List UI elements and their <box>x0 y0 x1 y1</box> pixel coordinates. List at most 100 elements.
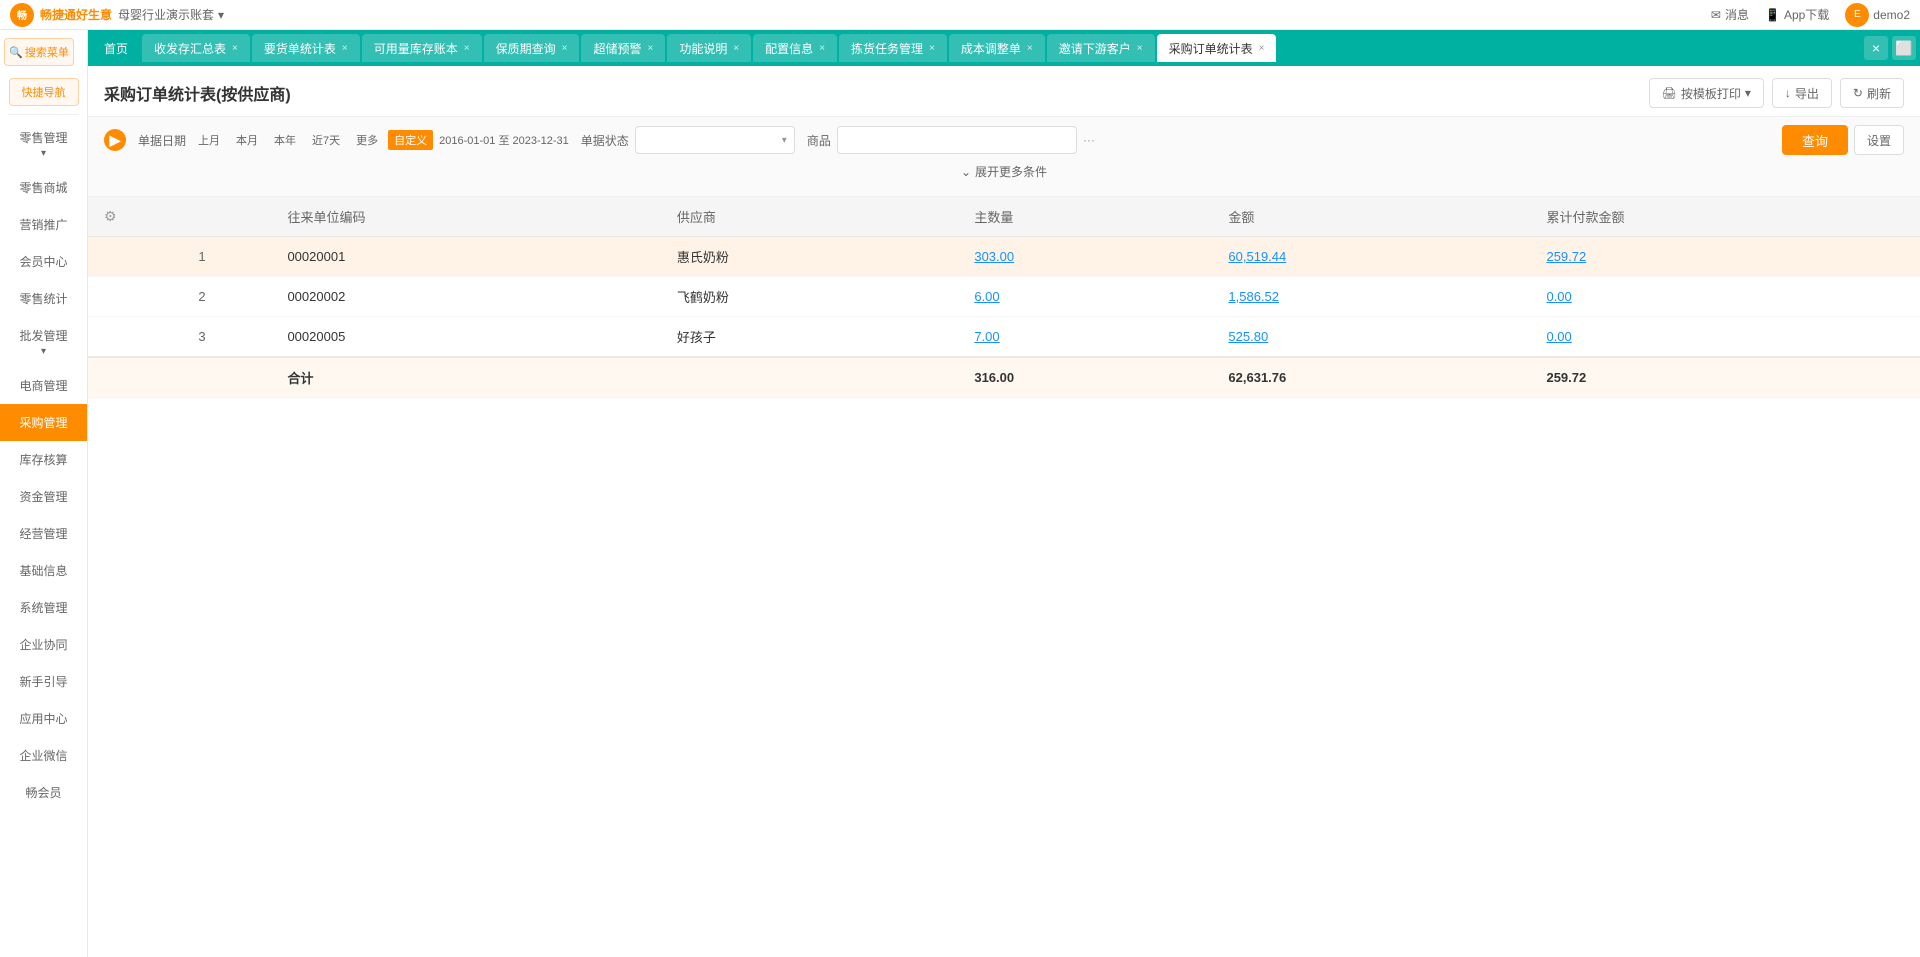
page-header: 采购订单统计表(按供应商) 🖨 按模板打印 ▾ ↓ 导出 ↻ 刷新 <box>88 66 1920 117</box>
filter-toggle-button[interactable]: ▶ <box>104 129 126 151</box>
sidebar-item-wholesale[interactable]: 批发管理 ▾ <box>0 317 87 367</box>
template-print-button[interactable]: 🖨 按模板打印 ▾ <box>1649 78 1764 108</box>
quick-nav-button[interactable]: 快捷导航 <box>9 78 79 106</box>
tab-receive-summary[interactable]: 收发存汇总表 × <box>142 34 250 62</box>
date-label: 单据日期 <box>138 132 186 149</box>
message-icon: ✉ <box>1711 8 1721 22</box>
settings-button[interactable]: 设置 <box>1854 125 1904 155</box>
sidebar-item-retail-stats[interactable]: 零售统计 <box>0 280 87 317</box>
refresh-button[interactable]: ↻ 刷新 <box>1840 78 1904 108</box>
tab-purchase-order-stats[interactable]: 采购订单统计表 × <box>1157 34 1277 62</box>
search-menu-button[interactable]: 🔍 搜索菜单 <box>4 38 74 66</box>
refresh-icon: ↻ <box>1853 86 1863 100</box>
close-icon[interactable]: × <box>562 43 568 54</box>
tab-function-desc[interactable]: 功能说明 × <box>667 34 751 62</box>
table-row[interactable]: 3 00020005 好孩子 7.00 525.80 0.00 <box>88 317 1920 358</box>
sidebar-item-system[interactable]: 系统管理 <box>0 589 87 626</box>
sidebar-item-retail-management[interactable]: 零售管理 ▾ <box>0 119 87 169</box>
sidebar-item-finance[interactable]: 资金管理 <box>0 478 87 515</box>
quick-nav-section: 快捷导航 <box>0 74 87 110</box>
td-main-qty[interactable]: 303.00 <box>958 237 1212 277</box>
td-paid-amount[interactable]: 259.72 <box>1530 237 1920 277</box>
sidebar-item-ecommerce[interactable]: 电商管理 <box>0 367 87 404</box>
status-select[interactable] <box>635 126 795 154</box>
close-icon[interactable]: × <box>342 43 348 54</box>
tab-cost-adjust[interactable]: 成本调整单 × <box>949 34 1045 62</box>
table-row[interactable]: 1 00020001 惠氏奶粉 303.00 60,519.44 259.72 <box>88 237 1920 277</box>
sidebar-item-vip[interactable]: 畅会员 <box>0 774 87 811</box>
more-dates-shortcut[interactable]: 更多 <box>350 130 384 150</box>
td-paid-amount[interactable]: 0.00 <box>1530 317 1920 358</box>
close-tab-button[interactable]: × <box>1864 36 1888 60</box>
this-month-shortcut[interactable]: 本月 <box>230 130 264 150</box>
workspace-selector[interactable]: 母婴行业演示账套 ▾ <box>118 6 224 23</box>
page-actions: 🖨 按模板打印 ▾ ↓ 导出 ↻ 刷新 <box>1649 78 1904 108</box>
close-icon[interactable]: × <box>733 43 739 54</box>
td-supplier: 好孩子 <box>661 317 958 358</box>
filter-bar: ▶ 单据日期 上月 本月 本年 近7天 更多 自定义 2016-01-01 至 … <box>88 117 1920 197</box>
sidebar-item-basic-info[interactable]: 基础信息 <box>0 552 87 589</box>
goods-input[interactable] <box>837 126 1077 154</box>
query-button[interactable]: 查询 <box>1782 125 1848 155</box>
custom-date-tag[interactable]: 自定义 <box>388 130 433 150</box>
close-icon[interactable]: × <box>232 43 238 54</box>
top-bar: 畅 畅捷通好生意 母婴行业演示账套 ▾ ✉ 消息 📱 App下载 E demo2 <box>0 0 1920 30</box>
app-download-button[interactable]: 📱 App下载 <box>1765 6 1829 23</box>
td-amount[interactable]: 60,519.44 <box>1212 237 1530 277</box>
user-profile[interactable]: E demo2 <box>1845 3 1910 27</box>
sidebar-divider <box>8 114 79 115</box>
close-icon[interactable]: × <box>1137 43 1143 54</box>
tab-available-inventory[interactable]: 可用量库存账本 × <box>362 34 482 62</box>
th-settings[interactable]: ⚙ <box>88 197 133 237</box>
td-main-qty[interactable]: 7.00 <box>958 317 1212 358</box>
tab-picking-tasks[interactable]: 拣货任务管理 × <box>839 34 947 62</box>
tab-invite-downstream[interactable]: 邀请下游客户 × <box>1047 34 1155 62</box>
top-bar-left: 畅 畅捷通好生意 母婴行业演示账套 ▾ <box>10 3 224 27</box>
print-icon: 🖨 <box>1662 86 1677 100</box>
table-row[interactable]: 2 00020002 飞鹤奶粉 6.00 1,586.52 0.00 <box>88 277 1920 317</box>
sidebar-item-enterprise[interactable]: 企业协同 <box>0 626 87 663</box>
expand-conditions-button[interactable]: ⌄ 展开更多条件 <box>953 159 1055 184</box>
td-main-qty[interactable]: 6.00 <box>958 277 1212 317</box>
close-icon[interactable]: × <box>819 43 825 54</box>
sidebar-item-inventory[interactable]: 库存核算 <box>0 441 87 478</box>
this-year-shortcut[interactable]: 本年 <box>268 130 302 150</box>
table-body: 1 00020001 惠氏奶粉 303.00 60,519.44 259.72 … <box>88 237 1920 358</box>
chevron-down-icon: ⌄ <box>961 165 971 179</box>
th-supplier: 供应商 <box>661 197 958 237</box>
close-icon[interactable]: × <box>1259 43 1265 54</box>
sidebar-item-enterprise-wechat[interactable]: 企业微信 <box>0 737 87 774</box>
close-icon[interactable]: × <box>1027 43 1033 54</box>
sidebar-item-app-center[interactable]: 应用中心 <box>0 700 87 737</box>
download-icon: 📱 <box>1765 8 1780 22</box>
tab-config-info[interactable]: 配置信息 × <box>753 34 837 62</box>
close-icon[interactable]: × <box>464 43 470 54</box>
tab-home[interactable]: 首页 <box>92 34 140 62</box>
sidebar-item-marketing[interactable]: 营销推广 <box>0 206 87 243</box>
last-month-shortcut[interactable]: 上月 <box>192 130 226 150</box>
last-7days-shortcut[interactable]: 近7天 <box>306 130 346 150</box>
sidebar-item-operations[interactable]: 经营管理 <box>0 515 87 552</box>
more-options-icon[interactable]: ··· <box>1083 133 1095 147</box>
td-paid-amount[interactable]: 0.00 <box>1530 277 1920 317</box>
sidebar-item-purchase[interactable]: 采购管理 <box>0 404 87 441</box>
close-icon[interactable]: × <box>929 43 935 54</box>
td-amount[interactable]: 1,586.52 <box>1212 277 1530 317</box>
message-button[interactable]: ✉ 消息 <box>1711 6 1749 23</box>
maximize-button[interactable]: ⬜ <box>1892 36 1916 60</box>
export-button[interactable]: ↓ 导出 <box>1772 78 1832 108</box>
tab-expiry-query[interactable]: 保质期查询 × <box>484 34 580 62</box>
sidebar-item-newcomer[interactable]: 新手引导 <box>0 663 87 700</box>
export-icon: ↓ <box>1785 86 1791 100</box>
table-header-row: ⚙ 往来单位编码 供应商 主数量 金额 累计付款金额 <box>88 197 1920 237</box>
sidebar-item-retail-shop[interactable]: 零售商城 <box>0 169 87 206</box>
tab-overstock-warning[interactable]: 超储预警 × <box>581 34 665 62</box>
close-icon[interactable]: × <box>647 43 653 54</box>
chevron-down-icon: ▾ <box>218 8 224 22</box>
tab-order-stats[interactable]: 要货单统计表 × <box>252 34 360 62</box>
settings-icon[interactable]: ⚙ <box>104 208 117 224</box>
td-amount[interactable]: 525.80 <box>1212 317 1530 358</box>
nav-tabs-actions: × ⬜ <box>1864 36 1916 60</box>
page-content: 采购订单统计表(按供应商) 🖨 按模板打印 ▾ ↓ 导出 ↻ 刷新 <box>88 66 1920 957</box>
sidebar-item-member-center[interactable]: 会员中心 <box>0 243 87 280</box>
